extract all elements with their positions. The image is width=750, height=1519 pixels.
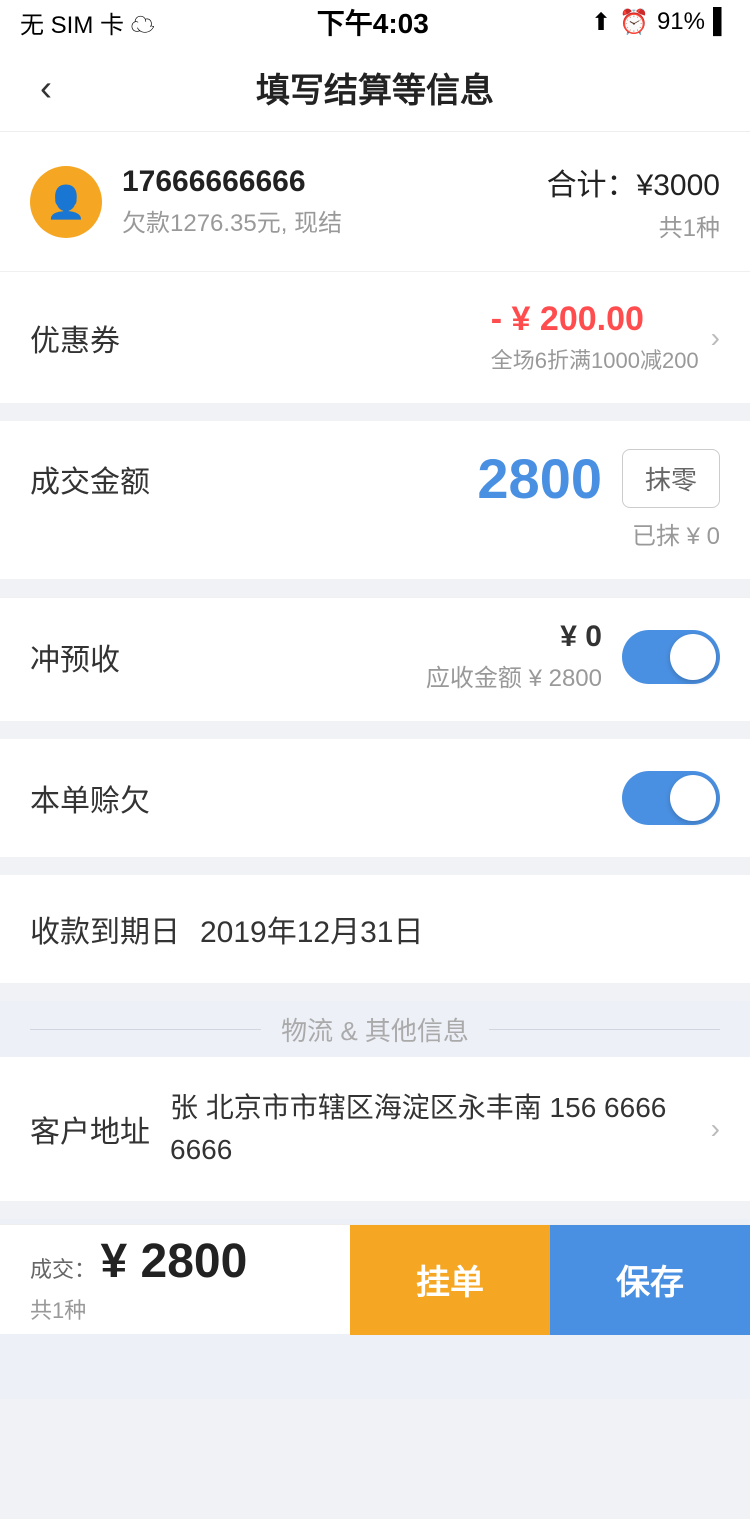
user-row: 👤 17666666666 欠款1276.35元, 现结 合计：¥3000 共1… <box>0 132 750 271</box>
deal-amount-label: 成交金额 <box>30 457 150 501</box>
bottom-amount-value: ¥ 2800 <box>100 1235 247 1288</box>
debt-toggle[interactable] <box>622 771 720 825</box>
battery-icon: ▌ <box>713 8 730 36</box>
user-phone: 17666666666 <box>122 165 342 199</box>
prepay-toggle[interactable] <box>622 630 720 684</box>
prepay-right: ¥ 0 应收金额 ¥ 2800 <box>426 620 720 693</box>
prepay-sub-text: 应收金额 ¥ 2800 <box>426 658 602 693</box>
prepay-section: 冲预收 ¥ 0 应收金额 ¥ 2800 <box>0 597 750 721</box>
user-total-sub: 共1种 <box>547 208 720 243</box>
user-total-label: 合计：¥3000 <box>547 160 720 204</box>
battery-label: 91% <box>657 8 705 36</box>
coupon-right: - ¥ 200.00 全场6折满1000减200 › <box>491 300 720 375</box>
coupon-chevron-icon: › <box>711 322 720 354</box>
coupon-label: 优惠券 <box>30 316 120 360</box>
coupon-amount: - ¥ 200.00 <box>491 300 699 339</box>
user-info-text: 17666666666 欠款1276.35元, 现结 <box>122 165 342 238</box>
location-icon: ⬆ <box>591 8 611 37</box>
deal-amount-section: 成交金额 2800 抹零 已抹 ¥ 0 <box>0 421 750 579</box>
coupon-desc: 全场6折满1000减200 <box>491 343 699 375</box>
status-time: 下午4:03 <box>317 2 429 42</box>
divider-text: 物流 & 其他信息 <box>261 1011 489 1048</box>
address-chevron-icon: › <box>711 1113 720 1145</box>
deal-row: 成交金额 2800 抹零 <box>30 449 720 508</box>
user-left: 👤 17666666666 欠款1276.35元, 现结 <box>30 165 342 238</box>
coupon-row[interactable]: 优惠券 - ¥ 200.00 全场6折满1000减200 › <box>0 271 750 403</box>
deal-right: 2800 抹零 <box>477 449 720 508</box>
status-bar: 无 SIM 卡 ☁ 下午4:03 ⬆ ⏰ 91% ▌ <box>0 0 750 44</box>
user-sub-text: 欠款1276.35元, 现结 <box>122 203 342 238</box>
status-right: ⬆ ⏰ 91% ▌ <box>591 8 730 37</box>
debt-label: 本单赊欠 <box>30 776 150 820</box>
page-title: 填写结算等信息 <box>256 63 494 112</box>
hold-order-button[interactable]: 挂单 <box>350 1225 550 1335</box>
user-right: 合计：¥3000 共1种 <box>547 160 720 243</box>
prepay-row: 冲预收 ¥ 0 应收金额 ¥ 2800 <box>0 597 750 721</box>
address-row[interactable]: 客户地址 张 北京市市辖区海淀区永丰南 156 6666 6666 › <box>0 1057 750 1201</box>
alarm-icon: ⏰ <box>619 8 649 37</box>
duedate-label: 收款到期日 <box>30 907 180 951</box>
nav-bar: ‹ 填写结算等信息 <box>0 44 750 132</box>
deal-sub-text: 已抹 ¥ 0 <box>30 516 720 551</box>
prepay-amount-block: ¥ 0 应收金额 ¥ 2800 <box>426 620 602 693</box>
back-button[interactable]: ‹ <box>30 57 62 119</box>
save-button[interactable]: 保存 <box>550 1225 750 1335</box>
avatar-icon: 👤 <box>46 183 86 221</box>
status-left: 无 SIM 卡 ☁ <box>20 5 155 40</box>
address-label: 客户地址 <box>30 1107 150 1151</box>
bottom-summary: 成交： ¥ 2800 共1种 <box>0 1234 350 1325</box>
prepay-amount: ¥ 0 <box>426 620 602 654</box>
deal-amount-value: 2800 <box>477 451 602 507</box>
bottom-deal-line: 成交： ¥ 2800 <box>30 1234 320 1289</box>
logistics-divider: 物流 & 其他信息 <box>0 1001 750 1057</box>
bottom-count: 共1种 <box>30 1293 320 1325</box>
prepay-label: 冲预收 <box>30 635 120 679</box>
round-zero-button[interactable]: 抹零 <box>622 449 720 508</box>
bottom-bar: 成交： ¥ 2800 共1种 挂单 保存 <box>0 1224 750 1334</box>
sim-label: 无 SIM 卡 ☁ <box>20 5 155 40</box>
debt-row: 本单赊欠 <box>0 739 750 857</box>
duedate-value: 2019年12月31日 <box>200 907 423 951</box>
user-info-section: 👤 17666666666 欠款1276.35元, 现结 合计：¥3000 共1… <box>0 132 750 403</box>
address-value: 张 北京市市辖区海淀区永丰南 156 6666 6666 <box>170 1087 711 1171</box>
duedate-row: 收款到期日 2019年12月31日 <box>0 875 750 983</box>
avatar: 👤 <box>30 166 102 238</box>
bottom-deal-label: 成交： <box>30 1257 96 1282</box>
